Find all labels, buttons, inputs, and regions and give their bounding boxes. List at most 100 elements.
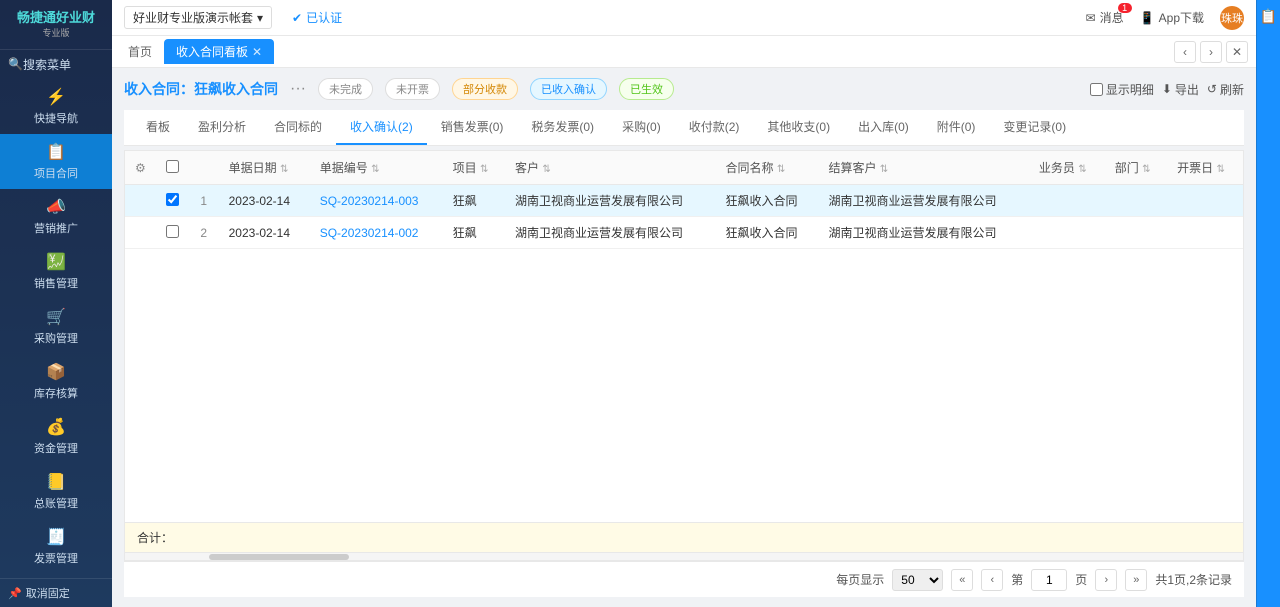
- col-department-label: 部门: [1115, 161, 1139, 175]
- sidebar-search[interactable]: 🔍 搜索菜单: [0, 50, 112, 79]
- table-row[interactable]: 2 2023-02-14 SQ-20230214-002 狂飙 湖南卫视商业运营…: [125, 217, 1243, 249]
- row2-number-link[interactable]: SQ-20230214-002: [320, 226, 419, 240]
- sidebar-item-project[interactable]: 📋 项目合同: [0, 134, 112, 189]
- status-incomplete[interactable]: 未完成: [318, 78, 373, 100]
- sidebar-item-label: 发票管理: [34, 550, 78, 566]
- col-customer[interactable]: 客户 ⇅: [505, 151, 715, 185]
- refresh-button[interactable]: ↺ 刷新: [1207, 81, 1244, 98]
- refresh-icon: ↺: [1207, 82, 1217, 96]
- sidebar-item-quicknav[interactable]: ⚡ 快捷导航: [0, 79, 112, 134]
- row2-check[interactable]: [166, 225, 179, 238]
- tab-change-log[interactable]: 变更记录(0): [989, 110, 1080, 145]
- per-page-label: 每页显示: [836, 571, 884, 588]
- sidebar-item-inventory[interactable]: 📦 库存核算: [0, 354, 112, 409]
- message-icon: ✉: [1086, 11, 1096, 25]
- row1-check[interactable]: [166, 193, 179, 206]
- row1-checkbox[interactable]: [156, 185, 189, 217]
- quicknav-icon: ⚡: [46, 87, 66, 107]
- sort-end-customer-icon[interactable]: ⇅: [880, 164, 888, 175]
- table-header-row: ⚙ 单据日期 ⇅ 单据编号 ⇅ 项目 ⇅ 客户 ⇅ 合同名称 ⇅ 结算客户 ⇅ …: [125, 151, 1243, 185]
- sidebar-bottom[interactable]: 📌 取消固定: [0, 578, 112, 607]
- select-all-checkbox[interactable]: [166, 160, 179, 173]
- more-button[interactable]: ···: [290, 80, 306, 98]
- row2-number[interactable]: SQ-20230214-002: [310, 217, 443, 249]
- table-body: 1 2023-02-14 SQ-20230214-003 狂飙 湖南卫视商业运营…: [125, 185, 1243, 249]
- active-tab-label: 收入合同看板: [176, 43, 248, 60]
- company-name: 好业财专业版演示帐套: [133, 9, 253, 26]
- status-not-invoiced[interactable]: 未开票: [385, 78, 440, 100]
- first-page-button[interactable]: «: [951, 569, 973, 591]
- tab-close-button[interactable]: ✕: [1226, 41, 1248, 63]
- tab-warehouse[interactable]: 出入库(0): [844, 110, 923, 145]
- sidebar-item-purchase[interactable]: 🛒 采购管理: [0, 299, 112, 354]
- active-tab[interactable]: 收入合同看板 ✕: [164, 39, 274, 64]
- page-suffix: 页: [1075, 571, 1087, 588]
- right-panel-icon[interactable]: 📋: [1258, 0, 1279, 33]
- col-department[interactable]: 部门 ⇅: [1105, 151, 1167, 185]
- message-button[interactable]: ✉ 消息 1: [1086, 9, 1124, 26]
- sidebar-item-general[interactable]: 📒 总账管理: [0, 464, 112, 519]
- next-page-button[interactable]: ›: [1095, 569, 1117, 591]
- per-page-select[interactable]: 50 100 200: [892, 569, 943, 591]
- col-open-date[interactable]: 开票日 ⇅: [1167, 151, 1243, 185]
- tab-payment[interactable]: 收付款(2): [675, 110, 754, 145]
- prev-page-button[interactable]: ‹: [981, 569, 1003, 591]
- tab-next-button[interactable]: ›: [1200, 41, 1222, 63]
- export-button[interactable]: ⬇ 导出: [1162, 81, 1199, 98]
- status-effective[interactable]: 已生效: [619, 78, 674, 100]
- table-container[interactable]: ⚙ 单据日期 ⇅ 单据编号 ⇅ 项目 ⇅ 客户 ⇅ 合同名称 ⇅ 结算客户 ⇅ …: [125, 151, 1243, 522]
- unpin-icon: 📌: [8, 587, 22, 600]
- tab-purchase[interactable]: 采购(0): [608, 110, 675, 145]
- tab-board[interactable]: 看板: [132, 110, 184, 145]
- tab-profit[interactable]: 盈利分析: [184, 110, 260, 145]
- row1-number-link[interactable]: SQ-20230214-003: [320, 194, 419, 208]
- sidebar-item-marketing[interactable]: 📣 营销推广: [0, 189, 112, 244]
- sort-date-icon[interactable]: ⇅: [280, 164, 288, 175]
- col-salesperson-label: 业务员: [1039, 161, 1075, 175]
- tab-sales-invoice[interactable]: 销售发票(0): [427, 110, 518, 145]
- status-partial-received[interactable]: 部分收款: [452, 78, 518, 100]
- sort-project-icon[interactable]: ⇅: [480, 164, 488, 175]
- col-salesperson[interactable]: 业务员 ⇅: [1029, 151, 1105, 185]
- sidebar-item-sales[interactable]: 💹 销售管理: [0, 244, 112, 299]
- last-page-button[interactable]: »: [1125, 569, 1147, 591]
- user-menu[interactable]: 珠珠: [1220, 6, 1244, 30]
- tab-other-income[interactable]: 其他收支(0): [753, 110, 844, 145]
- home-tab[interactable]: 首页: [120, 43, 160, 60]
- row2-project: 狂飙: [443, 217, 505, 249]
- close-tab-button[interactable]: ✕: [252, 45, 262, 59]
- col-date[interactable]: 单据日期 ⇅: [219, 151, 310, 185]
- show-detail-input[interactable]: [1090, 83, 1103, 96]
- tab-prev-button[interactable]: ‹: [1174, 41, 1196, 63]
- sort-number-icon[interactable]: ⇅: [371, 164, 379, 175]
- export-icon: ⬇: [1162, 82, 1172, 96]
- tab-contract-std[interactable]: 合同标的: [260, 110, 336, 145]
- row2-checkbox[interactable]: [156, 217, 189, 249]
- sort-salesperson-icon[interactable]: ⇅: [1078, 164, 1086, 175]
- company-selector[interactable]: 好业财专业版演示帐套 ▾: [124, 6, 272, 29]
- row1-number[interactable]: SQ-20230214-003: [310, 185, 443, 217]
- sidebar-item-funds[interactable]: 💰 资金管理: [0, 409, 112, 464]
- show-detail-checkbox[interactable]: 显示明细: [1090, 81, 1154, 98]
- status-confirmed[interactable]: 已收入确认: [530, 78, 607, 100]
- col-contract-name[interactable]: 合同名称 ⇅: [715, 151, 818, 185]
- sidebar-item-invoice[interactable]: 🧾 发票管理: [0, 519, 112, 574]
- horizontal-scrollbar[interactable]: [125, 552, 1243, 560]
- message-badge: 1: [1118, 3, 1132, 13]
- col-checkbox[interactable]: [156, 151, 189, 185]
- scroll-thumb[interactable]: [209, 554, 349, 560]
- col-project[interactable]: 项目 ⇅: [443, 151, 505, 185]
- sort-open-date-icon[interactable]: ⇅: [1216, 164, 1224, 175]
- col-settings[interactable]: ⚙: [125, 151, 156, 185]
- col-end-customer[interactable]: 结算客户 ⇅: [818, 151, 1028, 185]
- sort-contract-name-icon[interactable]: ⇅: [777, 164, 785, 175]
- tab-attachment[interactable]: 附件(0): [923, 110, 990, 145]
- sort-customer-icon[interactable]: ⇅: [542, 164, 550, 175]
- app-download-button[interactable]: 📱 App下载: [1140, 9, 1204, 26]
- page-number-input[interactable]: [1031, 569, 1067, 591]
- table-row[interactable]: 1 2023-02-14 SQ-20230214-003 狂飙 湖南卫视商业运营…: [125, 185, 1243, 217]
- tab-income-confirm[interactable]: 收入确认(2): [336, 110, 427, 145]
- tab-tax-invoice[interactable]: 税务发票(0): [517, 110, 608, 145]
- sort-department-icon[interactable]: ⇅: [1142, 164, 1150, 175]
- col-number[interactable]: 单据编号 ⇅: [310, 151, 443, 185]
